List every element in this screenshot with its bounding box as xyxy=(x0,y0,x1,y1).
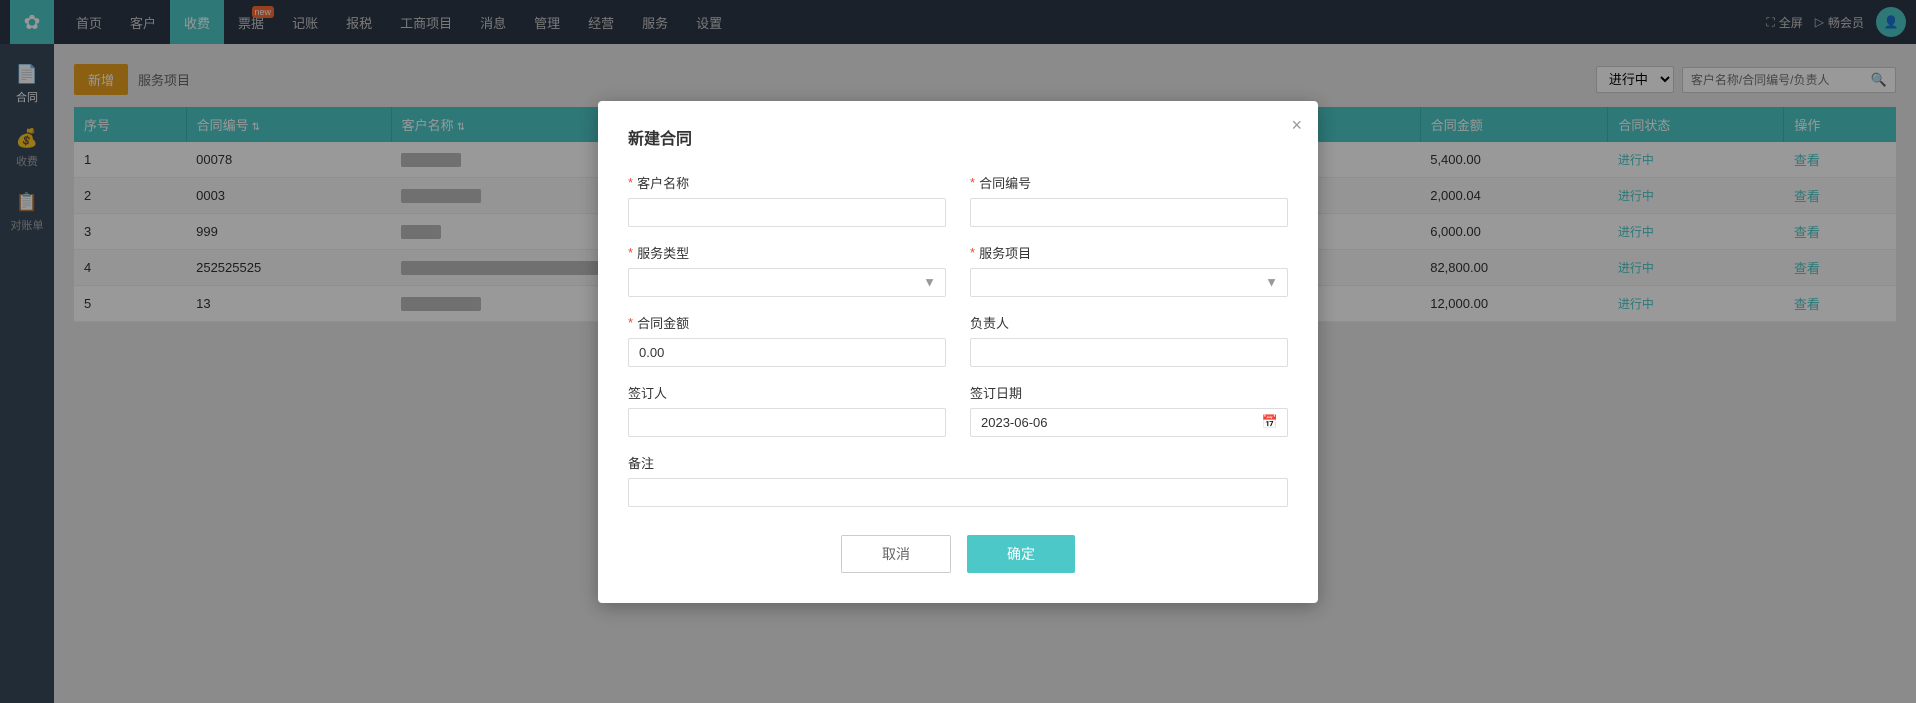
service-type-wrapper: ▼ xyxy=(628,268,946,297)
input-signer[interactable] xyxy=(628,408,946,437)
field-customer-name: * 客户名称 xyxy=(628,173,946,227)
field-remark: 备注 xyxy=(628,453,1288,507)
field-contract-no: * 合同编号 xyxy=(970,173,1288,227)
label-responsible: 负责人 xyxy=(970,313,1288,332)
input-responsible[interactable] xyxy=(970,338,1288,367)
modal-footer: 取消 确定 xyxy=(628,535,1288,573)
sign-date-wrapper: 📅 xyxy=(970,408,1288,437)
field-responsible: 负责人 xyxy=(970,313,1288,367)
calendar-icon[interactable]: 📅 xyxy=(1262,414,1278,430)
confirm-button[interactable]: 确定 xyxy=(967,535,1075,573)
field-sign-date: 签订日期 📅 xyxy=(970,383,1288,437)
modal-title: 新建合同 xyxy=(628,125,1288,149)
new-contract-modal: 新建合同 × * 客户名称 * 合同编号 xyxy=(598,101,1318,603)
label-contract-no: * 合同编号 xyxy=(970,173,1288,192)
field-contract-amount: * 合同金额 xyxy=(628,313,946,367)
label-customer-name: * 客户名称 xyxy=(628,173,946,192)
label-signer: 签订人 xyxy=(628,383,946,402)
modal-overlay: 新建合同 × * 客户名称 * 合同编号 xyxy=(0,0,1916,703)
label-sign-date: 签订日期 xyxy=(970,383,1288,402)
modal-close-button[interactable]: × xyxy=(1291,115,1302,136)
modal-form: * 客户名称 * 合同编号 * 服务类型 xyxy=(628,173,1288,507)
input-remark[interactable] xyxy=(628,478,1288,507)
label-remark: 备注 xyxy=(628,453,1288,472)
select-service-item[interactable] xyxy=(970,268,1288,297)
input-sign-date[interactable] xyxy=(970,408,1288,437)
cancel-button[interactable]: 取消 xyxy=(841,535,951,573)
field-signer: 签订人 xyxy=(628,383,946,437)
field-service-item: * 服务项目 ▼ xyxy=(970,243,1288,297)
input-contract-amount[interactable] xyxy=(628,338,946,367)
service-item-wrapper: ▼ xyxy=(970,268,1288,297)
field-service-type: * 服务类型 ▼ xyxy=(628,243,946,297)
input-contract-no[interactable] xyxy=(970,198,1288,227)
label-service-item: * 服务项目 xyxy=(970,243,1288,262)
input-customer-name[interactable] xyxy=(628,198,946,227)
select-service-type[interactable] xyxy=(628,268,946,297)
label-service-type: * 服务类型 xyxy=(628,243,946,262)
label-contract-amount: * 合同金额 xyxy=(628,313,946,332)
